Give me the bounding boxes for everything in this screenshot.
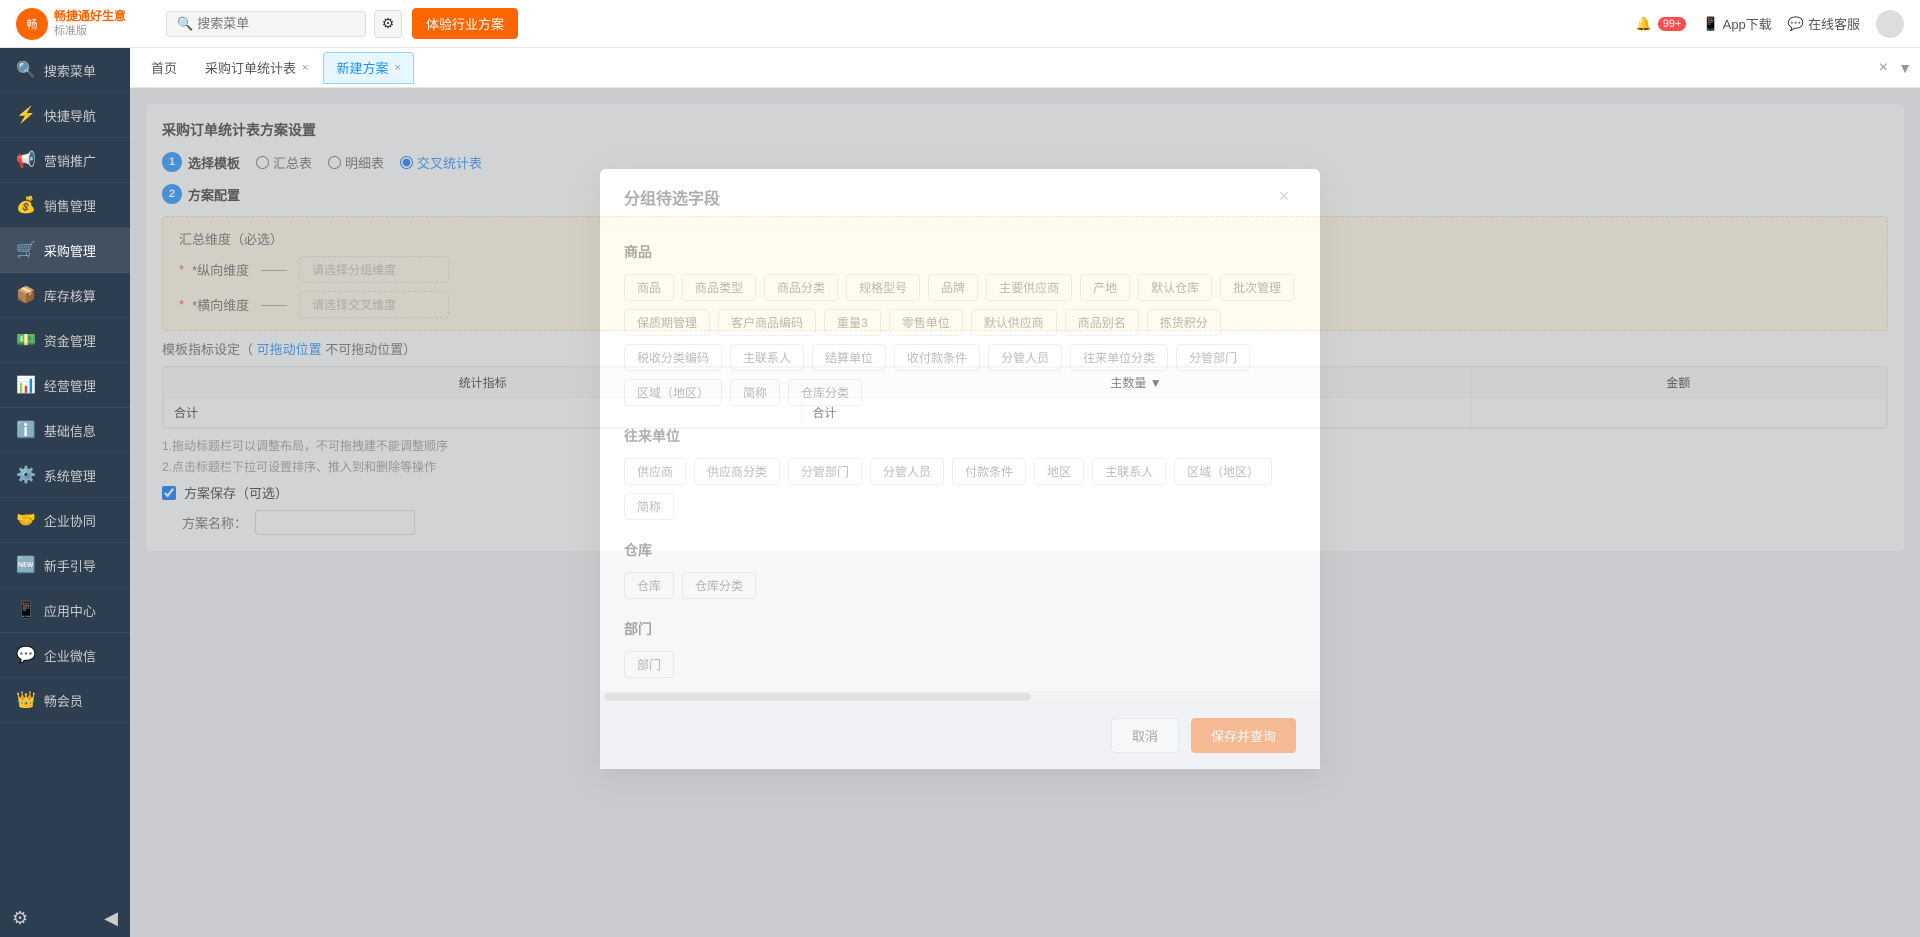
search-icon: 🔍 — [16, 60, 36, 80]
scheme-save-checkbox[interactable] — [162, 486, 176, 500]
step2-label: 方案配置 — [188, 185, 240, 204]
logo-area: 畅 畅捷通好生意 标准版 — [16, 8, 146, 40]
gear-button[interactable]: ⚙ — [374, 10, 402, 38]
exp-button[interactable]: 体验行业方案 — [412, 8, 518, 39]
online-service-item[interactable]: 💬 在线客服 — [1788, 14, 1860, 33]
sidebar-item-basic[interactable]: ℹ️ 基础信息 — [0, 408, 130, 453]
sidebar-item-sales[interactable]: 💰 销售管理 — [0, 183, 130, 228]
finance-icon: 💵 — [16, 330, 36, 350]
inventory-icon: 📦 — [16, 285, 36, 305]
search-box[interactable]: 🔍 — [166, 11, 366, 37]
purchase-icon: 🛒 — [16, 240, 36, 260]
appcenter-icon: 📱 — [16, 600, 36, 620]
step2-num: 2 — [162, 184, 182, 204]
sidebar: 🔍 搜索菜单 ⚡ 快捷导航 📢 营销推广 💰 销售管理 🛒 采购管理 📦 库存核… — [0, 48, 130, 937]
sidebar-item-purchase[interactable]: 🛒 采购管理 — [0, 228, 130, 273]
collapse-icon[interactable]: ◀ — [104, 908, 118, 929]
search-input[interactable] — [197, 16, 337, 31]
avatar[interactable] — [1876, 10, 1904, 38]
operations-icon: 📊 — [16, 375, 36, 395]
stats-table: 统计指标 主数量 ▼ 金额 合计 合计 — [163, 367, 1887, 428]
tab-home[interactable]: 首页 — [138, 52, 190, 84]
note-2: 2.点击标题栏下拉可设置排序、推入到和删除等操作 — [162, 458, 1888, 475]
group-label: 汇总维度（必选） — [179, 229, 1871, 248]
newguide-icon: 🆕 — [16, 555, 36, 575]
tab-new-scheme[interactable]: 新建方案 × — [323, 52, 413, 84]
sidebar-item-inventory[interactable]: 📦 库存核算 — [0, 273, 130, 318]
sidebar-item-newguide[interactable]: 🆕 新手引导 — [0, 543, 130, 588]
tab-menu[interactable]: ▼ — [1898, 60, 1912, 76]
sidebar-item-finance[interactable]: 💵 资金管理 — [0, 318, 130, 363]
wechat-icon: 💬 — [16, 645, 36, 665]
sidebar-item-appcenter[interactable]: 📱 应用中心 — [0, 588, 130, 633]
modal-overlay: 畅 畅捷通好生意 标准版 🔍 ⚙ 体验行业方案 🔔 99+ 📱 App下载 — [0, 0, 1920, 937]
tab-close-purchase[interactable]: × — [302, 62, 308, 74]
sales-icon: 💰 — [16, 195, 36, 215]
logo-text: 畅捷通好生意 标准版 — [54, 9, 126, 39]
notification-item[interactable]: 🔔 99+ — [1636, 16, 1687, 32]
tab-close-all[interactable]: × — [1879, 59, 1888, 77]
system-icon: ⚙️ — [16, 465, 36, 485]
sidebar-item-system[interactable]: ⚙️ 系统管理 — [0, 453, 130, 498]
sidebar-item-operations[interactable]: 📊 经营管理 — [0, 363, 130, 408]
sidebar-item-marketing[interactable]: 📢 营销推广 — [0, 138, 130, 183]
note-1: 1.拖动标题栏可以调整布局，不可拖拽建不能调整顺序 — [162, 437, 1888, 454]
step1-label: 选择模板 — [188, 153, 240, 172]
basic-icon: ℹ️ — [16, 420, 36, 440]
step1-num: 1 — [162, 152, 182, 172]
quicknav-icon: ⚡ — [16, 105, 36, 125]
sidebar-item-member[interactable]: 👑 畅会员 — [0, 678, 130, 723]
header-right: 🔔 99+ 📱 App下载 💬 在线客服 — [1636, 10, 1904, 38]
app-download-item[interactable]: 📱 App下载 — [1702, 14, 1771, 33]
sidebar-item-quicknav[interactable]: ⚡ 快捷导航 — [0, 93, 130, 138]
tab-close-new-scheme[interactable]: × — [394, 62, 400, 74]
notification-badge: 99+ — [1658, 17, 1687, 31]
row-dim-select[interactable]: 请选择分组维度 — [299, 256, 449, 283]
top-header: 畅 畅捷通好生意 标准版 🔍 ⚙ 体验行业方案 🔔 99+ 📱 App下载 — [0, 0, 1920, 48]
sidebar-item-wechat[interactable]: 💬 企业微信 — [0, 633, 130, 678]
sidebar-item-search[interactable]: 🔍 搜索菜单 — [0, 48, 130, 93]
main-content: 采购订单统计表方案设置 1 选择模板 汇总表 明细表 交叉统计表 2 方案配置 … — [130, 88, 1920, 937]
scheme-name-input[interactable] — [255, 510, 415, 535]
settings-icon[interactable]: ⚙ — [12, 908, 28, 929]
col-dim-select[interactable]: 请选择交叉维度 — [299, 291, 449, 318]
marketing-icon: 📢 — [16, 150, 36, 170]
corp-icon: 🤝 — [16, 510, 36, 530]
sidebar-bottom: ⚙ ◀ — [0, 900, 130, 937]
sidebar-item-corp[interactable]: 🤝 企业协同 — [0, 498, 130, 543]
tabs-bar: 首页 采购订单统计表 × 新建方案 × × ▼ — [130, 48, 1920, 88]
page-title: 采购订单统计表方案设置 — [162, 120, 1888, 140]
svg-text:畅: 畅 — [27, 17, 38, 31]
tab-purchase-stats[interactable]: 采购订单统计表 × — [192, 52, 321, 84]
logo-icon: 畅 — [16, 8, 48, 40]
member-icon: 👑 — [16, 690, 36, 710]
